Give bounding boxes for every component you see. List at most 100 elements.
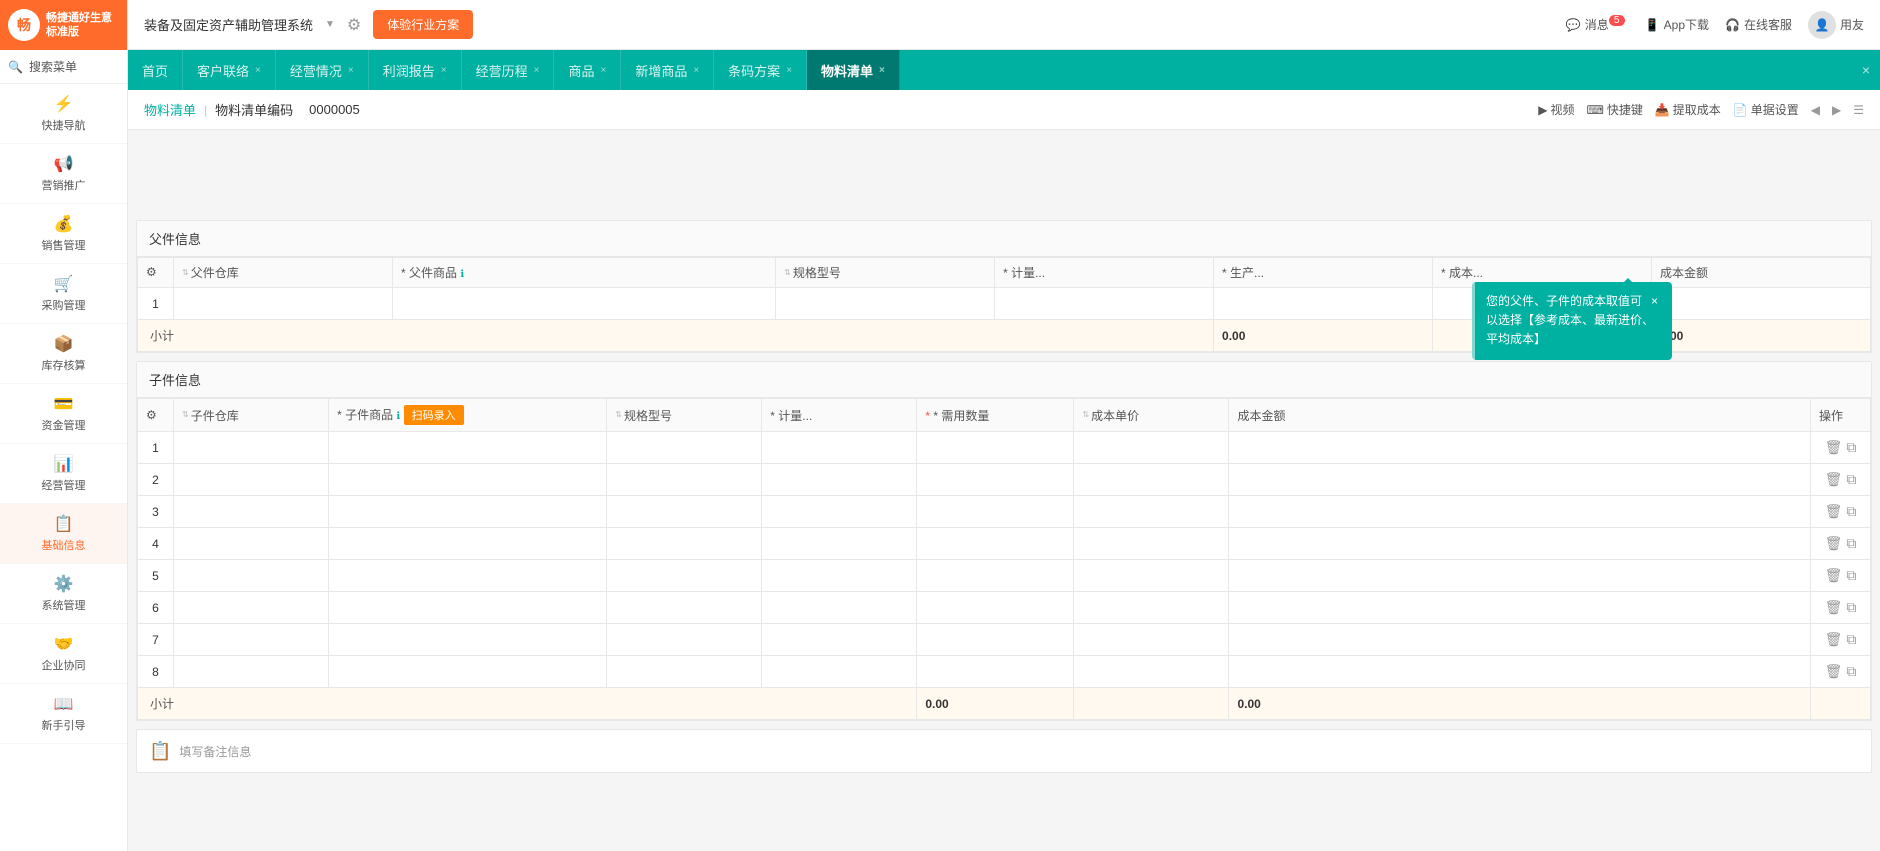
th-child-unit-cost[interactable]: ⇅ 成本单价 [1074,399,1229,432]
child-product-2[interactable] [329,464,607,496]
th-child-product[interactable]: * 子件商品 ℹ 扫码录入 [329,399,607,432]
delete-icon-6[interactable]: 🗑 [1825,599,1843,616]
parent-production-cell[interactable] [1214,288,1433,320]
parent-unit-cell[interactable] [995,288,1214,320]
child-warehouse-1[interactable] [174,432,329,464]
child-unit-6[interactable] [762,592,917,624]
th-parent-unit[interactable]: * 计量... [995,257,1214,288]
child-unit-cost-6[interactable] [1074,592,1229,624]
message-action[interactable]: 💬 消息 5 [1566,16,1629,33]
tab-customer[interactable]: 客户联络 × [183,50,276,90]
delete-icon-7[interactable]: 🗑 [1825,631,1843,648]
tab-close-barcode[interactable]: × [786,65,792,76]
th-child-settings[interactable]: ⚙ [138,399,174,432]
delete-icon-2[interactable]: 🗑 [1825,471,1843,488]
sidebar-item-operations[interactable]: 📊 经营管理 [0,444,127,504]
child-unit-5[interactable] [762,560,917,592]
sidebar-item-marketing[interactable]: 📢 营销推广 [0,144,127,204]
child-product-3[interactable] [329,496,607,528]
tab-close-operations[interactable]: × [348,65,354,76]
child-qty-1[interactable] [917,432,1074,464]
delete-icon-3[interactable]: 🗑 [1825,503,1843,520]
child-qty-3[interactable] [917,496,1074,528]
child-spec-5[interactable] [607,560,762,592]
child-spec-4[interactable] [607,528,762,560]
search-menu-item[interactable]: 🔍 搜索菜单 [0,50,127,84]
child-warehouse-3[interactable] [174,496,329,528]
breadcrumb-item[interactable]: 物料清单 [144,100,196,119]
th-parent-product[interactable]: * 父件商品 ℹ [392,257,775,288]
user-action[interactable]: 👤 用友 [1808,11,1864,39]
child-cost-amount-1[interactable] [1229,432,1811,464]
child-qty-4[interactable] [917,528,1074,560]
tab-history[interactable]: 经营历程 × [462,50,555,90]
close-all-tabs[interactable]: × [1852,62,1880,78]
child-spec-1[interactable] [607,432,762,464]
tab-close-bom[interactable]: × [879,65,885,76]
child-warehouse-7[interactable] [174,624,329,656]
app-download-action[interactable]: 📱 App下载 [1645,16,1709,33]
child-unit-8[interactable] [762,656,917,688]
child-unit-4[interactable] [762,528,917,560]
child-qty-8[interactable] [917,656,1074,688]
child-cost-amount-4[interactable] [1229,528,1811,560]
parent-cost-amount-cell[interactable] [1651,288,1870,320]
child-spec-6[interactable] [607,592,762,624]
child-product-5[interactable] [329,560,607,592]
trial-button[interactable]: 体验行业方案 [373,10,473,39]
system-dropdown-arrow[interactable]: ▼ [325,19,335,30]
nav-next-icon[interactable]: ▶ [1832,103,1841,117]
parent-product-cell[interactable] [392,288,775,320]
tab-profit[interactable]: 利润报告 × [369,50,462,90]
child-spec-7[interactable] [607,624,762,656]
child-qty-5[interactable] [917,560,1074,592]
th-parent-settings[interactable]: ⚙ [138,257,174,288]
child-qty-2[interactable] [917,464,1074,496]
th-child-warehouse[interactable]: ⇅ 子件仓库 [174,399,329,432]
child-spec-8[interactable] [607,656,762,688]
child-unit-cost-7[interactable] [1074,624,1229,656]
child-cost-amount-2[interactable] [1229,464,1811,496]
remark-placeholder[interactable]: 填写备注信息 [179,743,251,760]
child-cost-amount-7[interactable] [1229,624,1811,656]
th-child-unit[interactable]: * 计量... [762,399,917,432]
online-service-action[interactable]: 🎧 在线客服 [1725,16,1792,33]
th-child-qty[interactable]: * * 需用数量 [917,399,1074,432]
delete-icon-4[interactable]: 🗑 [1825,535,1843,552]
sidebar-item-finance[interactable]: 💳 资金管理 [0,384,127,444]
child-unit-2[interactable] [762,464,917,496]
shortcut-btn[interactable]: ⌨ 快捷键 [1586,101,1642,118]
settings-icon[interactable]: ⚙ [347,15,361,35]
child-product-7[interactable] [329,624,607,656]
view-video-btn[interactable]: ▶ 视频 [1538,101,1574,118]
sidebar-item-guide[interactable]: 📖 新手引导 [0,684,127,744]
copy-icon-2[interactable]: ⧉ [1846,471,1856,488]
sidebar-item-basic-info[interactable]: 📋 基础信息 [0,504,127,564]
tab-operations[interactable]: 经营情况 × [276,50,369,90]
child-unit-cost-1[interactable] [1074,432,1229,464]
delete-icon-5[interactable]: 🗑 [1825,567,1843,584]
child-product-8[interactable] [329,656,607,688]
tab-close-products[interactable]: × [600,65,606,76]
sidebar-item-purchase[interactable]: 🛒 采购管理 [0,264,127,324]
child-warehouse-8[interactable] [174,656,329,688]
child-unit-7[interactable] [762,624,917,656]
copy-icon-8[interactable]: ⧉ [1846,663,1856,680]
parent-spec-cell[interactable] [776,288,995,320]
delete-icon-1[interactable]: 🗑 [1825,439,1843,456]
child-unit-3[interactable] [762,496,917,528]
th-parent-warehouse[interactable]: ⇅ 父件仓库 [174,257,393,288]
th-parent-cost-amount[interactable]: 成本金额 [1651,257,1870,288]
sidebar-item-quick-nav[interactable]: ⚡ 快捷导航 [0,84,127,144]
scan-input-btn[interactable]: 扫码录入 [404,405,464,425]
copy-icon-3[interactable]: ⧉ [1846,503,1856,520]
child-warehouse-4[interactable] [174,528,329,560]
copy-icon-4[interactable]: ⧉ [1846,535,1856,552]
th-parent-production[interactable]: * 生产... [1214,257,1433,288]
child-warehouse-5[interactable] [174,560,329,592]
child-cost-amount-5[interactable] [1229,560,1811,592]
sidebar-item-sales[interactable]: 💰 销售管理 [0,204,127,264]
tab-barcode[interactable]: 条码方案 × [714,50,807,90]
child-spec-3[interactable] [607,496,762,528]
single-setting-btn[interactable]: 📄 单据设置 [1733,101,1799,118]
